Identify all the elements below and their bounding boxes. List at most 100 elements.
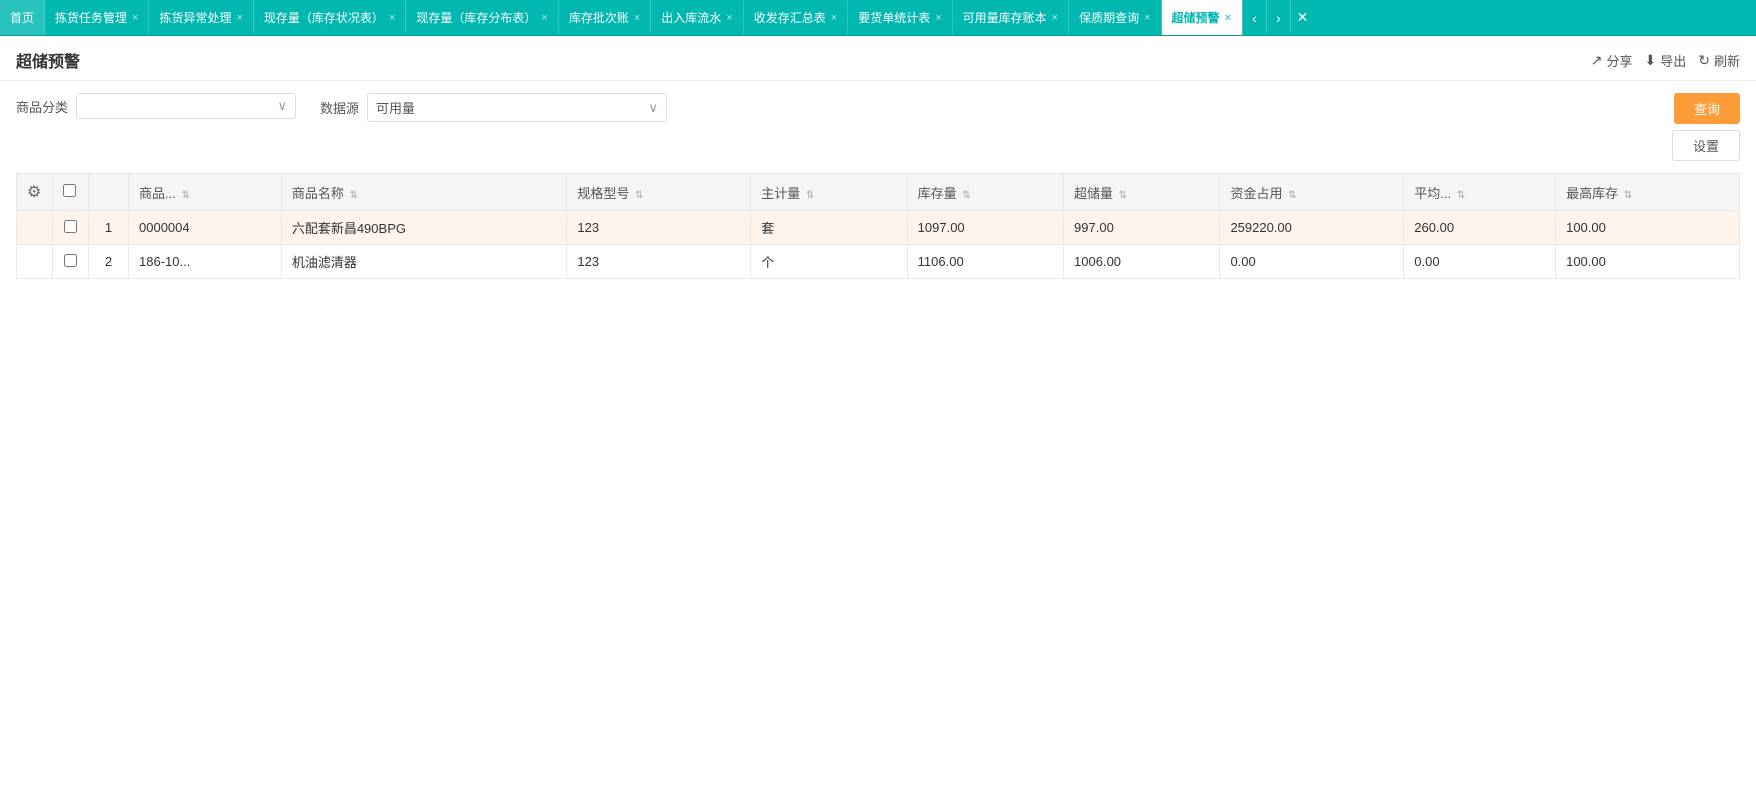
tab-close-stock-dist[interactable]: ×: [541, 12, 547, 24]
sort-icon-stock_qty: ⇅: [962, 190, 970, 201]
settings-button[interactable]: 设置: [1672, 130, 1740, 161]
cell-over_qty-0: 997.00: [1064, 211, 1220, 245]
header-checkbox[interactable]: [63, 184, 76, 197]
category-label: 商品分类: [16, 97, 68, 116]
header-actions: ↗ 分享 ⬇ 导出 ↻ 刷新: [1591, 51, 1740, 70]
share-icon: ↗: [1591, 52, 1603, 69]
nav-tab-overstock-warn[interactable]: 超储预警 ×: [1162, 0, 1242, 36]
sort-icon-goods_name: ⇅: [349, 190, 357, 201]
cell-spec-0: 123: [567, 211, 751, 245]
nav-tab-stock-dist[interactable]: 现存量（库存分布表） ×: [406, 0, 558, 36]
share-label: 分享: [1606, 51, 1632, 70]
th-goods_code[interactable]: 商品... ⇅: [129, 174, 282, 211]
sort-icon-over_qty: ⇅: [1119, 190, 1127, 201]
page-title: 超储预警: [16, 48, 80, 72]
tab-close-expiry[interactable]: ×: [1144, 12, 1150, 24]
datasource-select[interactable]: 可用量 ∨: [367, 93, 667, 122]
export-button[interactable]: ⬇ 导出: [1645, 51, 1687, 70]
cell-goods_name-1: 机油滤清器: [281, 245, 567, 279]
nav-arrow-right[interactable]: ›: [1266, 0, 1290, 36]
datasource-label: 数据源: [320, 98, 359, 117]
refresh-icon: ↻: [1698, 52, 1710, 69]
tab-close-order-stats[interactable]: ×: [935, 12, 941, 24]
cell-num-0: 1: [89, 211, 129, 245]
sort-icon-avg: ⇅: [1457, 190, 1465, 201]
nav-tab-stock-status[interactable]: 现存量（库存状况表） ×: [254, 0, 406, 36]
row-checkbox-0[interactable]: [64, 220, 77, 233]
cell-num-1: 2: [89, 245, 129, 279]
sort-icon-capital_used: ⇅: [1288, 190, 1296, 201]
export-icon: ⬇: [1645, 52, 1657, 69]
nav-tab-collect-send[interactable]: 收发存汇总表 ×: [744, 0, 848, 36]
tab-close-stock-status[interactable]: ×: [389, 12, 395, 24]
sort-icon-goods_code: ⇅: [181, 190, 189, 201]
nav-tab-available-stock[interactable]: 可用量库存账本 ×: [953, 0, 1069, 36]
top-nav: 首页拣货任务管理 ×拣货异常处理 ×现存量（库存状况表） ×现存量（库存分布表）…: [0, 0, 1756, 36]
cell-goods_code-1: 186-10...: [129, 245, 282, 279]
cell-over_qty-1: 1006.00: [1064, 245, 1220, 279]
sort-icon-unit: ⇅: [806, 190, 814, 201]
page-header: 超储预警 ↗ 分享 ⬇ 导出 ↻ 刷新: [0, 36, 1756, 81]
tab-close-task-mgmt[interactable]: ×: [132, 12, 138, 24]
table-row: 2186-10...机油滤清器123个1106.001006.000.000.0…: [17, 245, 1740, 279]
nav-tab-batch-account[interactable]: 库存批次账 ×: [559, 0, 651, 36]
nav-tab-expiry[interactable]: 保质期查询 ×: [1069, 0, 1161, 36]
category-filter: 商品分类 ∨: [16, 93, 296, 119]
page-content: 超储预警 ↗ 分享 ⬇ 导出 ↻ 刷新 商品分类 ∨ 数据源: [0, 36, 1756, 800]
row-checkbox-1[interactable]: [64, 254, 77, 267]
sort-icon-spec: ⇅: [635, 190, 643, 201]
th-avg[interactable]: 平均... ⇅: [1404, 174, 1556, 211]
share-button[interactable]: ↗ 分享: [1591, 51, 1633, 70]
refresh-button[interactable]: ↻ 刷新: [1698, 51, 1740, 70]
tab-close-abnormal[interactable]: ×: [236, 12, 242, 24]
cell-avg-0: 260.00: [1404, 211, 1556, 245]
tab-close-available-stock[interactable]: ×: [1052, 12, 1058, 24]
nav-arrow-left[interactable]: ‹: [1242, 0, 1266, 36]
nav-tab-home[interactable]: 首页: [0, 0, 45, 36]
datasource-chevron-icon: ∨: [649, 100, 659, 116]
datasource-filter: 数据源 可用量 ∨: [320, 93, 667, 122]
gear-icon[interactable]: ⚙: [27, 184, 41, 201]
datasource-value: 可用量: [376, 98, 415, 117]
export-label: 导出: [1660, 51, 1686, 70]
cell-stock_qty-1: 1106.00: [907, 245, 1063, 279]
cell-spec-1: 123: [567, 245, 751, 279]
th-spec[interactable]: 规格型号 ⇅: [567, 174, 751, 211]
th-goods_name[interactable]: 商品名称 ⇅: [281, 174, 567, 211]
cell-max_stock-0: 100.00: [1556, 211, 1740, 245]
cell-max_stock-1: 100.00: [1556, 245, 1740, 279]
cell-capital_used-1: 0.00: [1220, 245, 1404, 279]
nav-tab-order-stats[interactable]: 要货单统计表 ×: [848, 0, 952, 36]
cell-unit-1: 个: [751, 245, 907, 279]
cell-unit-0: 套: [751, 211, 907, 245]
filter-buttons: 查询 设置: [1672, 93, 1740, 161]
table-wrap: ⚙ 商品... ⇅商品名称 ⇅规格型号 ⇅主计量 ⇅库存量 ⇅超储量 ⇅资金占用 …: [0, 173, 1756, 279]
nav-tab-abnormal[interactable]: 拣货异常处理 ×: [149, 0, 253, 36]
th-over_qty[interactable]: 超储量 ⇅: [1064, 174, 1220, 211]
tab-close-in-out-flow[interactable]: ×: [726, 12, 732, 24]
th-settings[interactable]: ⚙: [17, 174, 53, 211]
th-capital_used[interactable]: 资金占用 ⇅: [1220, 174, 1404, 211]
refresh-label: 刷新: [1714, 51, 1740, 70]
nav-tab-task-mgmt[interactable]: 拣货任务管理 ×: [45, 0, 149, 36]
table-row: 10000004六配套新昌490BPG123套1097.00997.002592…: [17, 211, 1740, 245]
query-button[interactable]: 查询: [1674, 93, 1740, 124]
tab-close-overstock-warn[interactable]: ×: [1225, 12, 1231, 24]
sort-icon-max_stock: ⇅: [1624, 190, 1632, 201]
category-select[interactable]: ∨: [76, 93, 296, 119]
tab-close-collect-send[interactable]: ×: [831, 12, 837, 24]
cell-avg-1: 0.00: [1404, 245, 1556, 279]
cell-goods_name-0: 六配套新昌490BPG: [281, 211, 567, 245]
cell-checkbox-1[interactable]: [53, 245, 89, 279]
th-num: [89, 174, 129, 211]
th-checkbox[interactable]: [53, 174, 89, 211]
th-stock_qty[interactable]: 库存量 ⇅: [907, 174, 1063, 211]
tab-close-batch-account[interactable]: ×: [634, 12, 640, 24]
category-chevron-icon: ∨: [278, 98, 288, 114]
th-max_stock[interactable]: 最高库存 ⇅: [1556, 174, 1740, 211]
nav-tab-in-out-flow[interactable]: 出入库流水 ×: [651, 0, 743, 36]
th-unit[interactable]: 主计量 ⇅: [751, 174, 907, 211]
cell-stock_qty-0: 1097.00: [907, 211, 1063, 245]
cell-checkbox-0[interactable]: [53, 211, 89, 245]
nav-arrow-close[interactable]: ✕: [1290, 0, 1314, 36]
